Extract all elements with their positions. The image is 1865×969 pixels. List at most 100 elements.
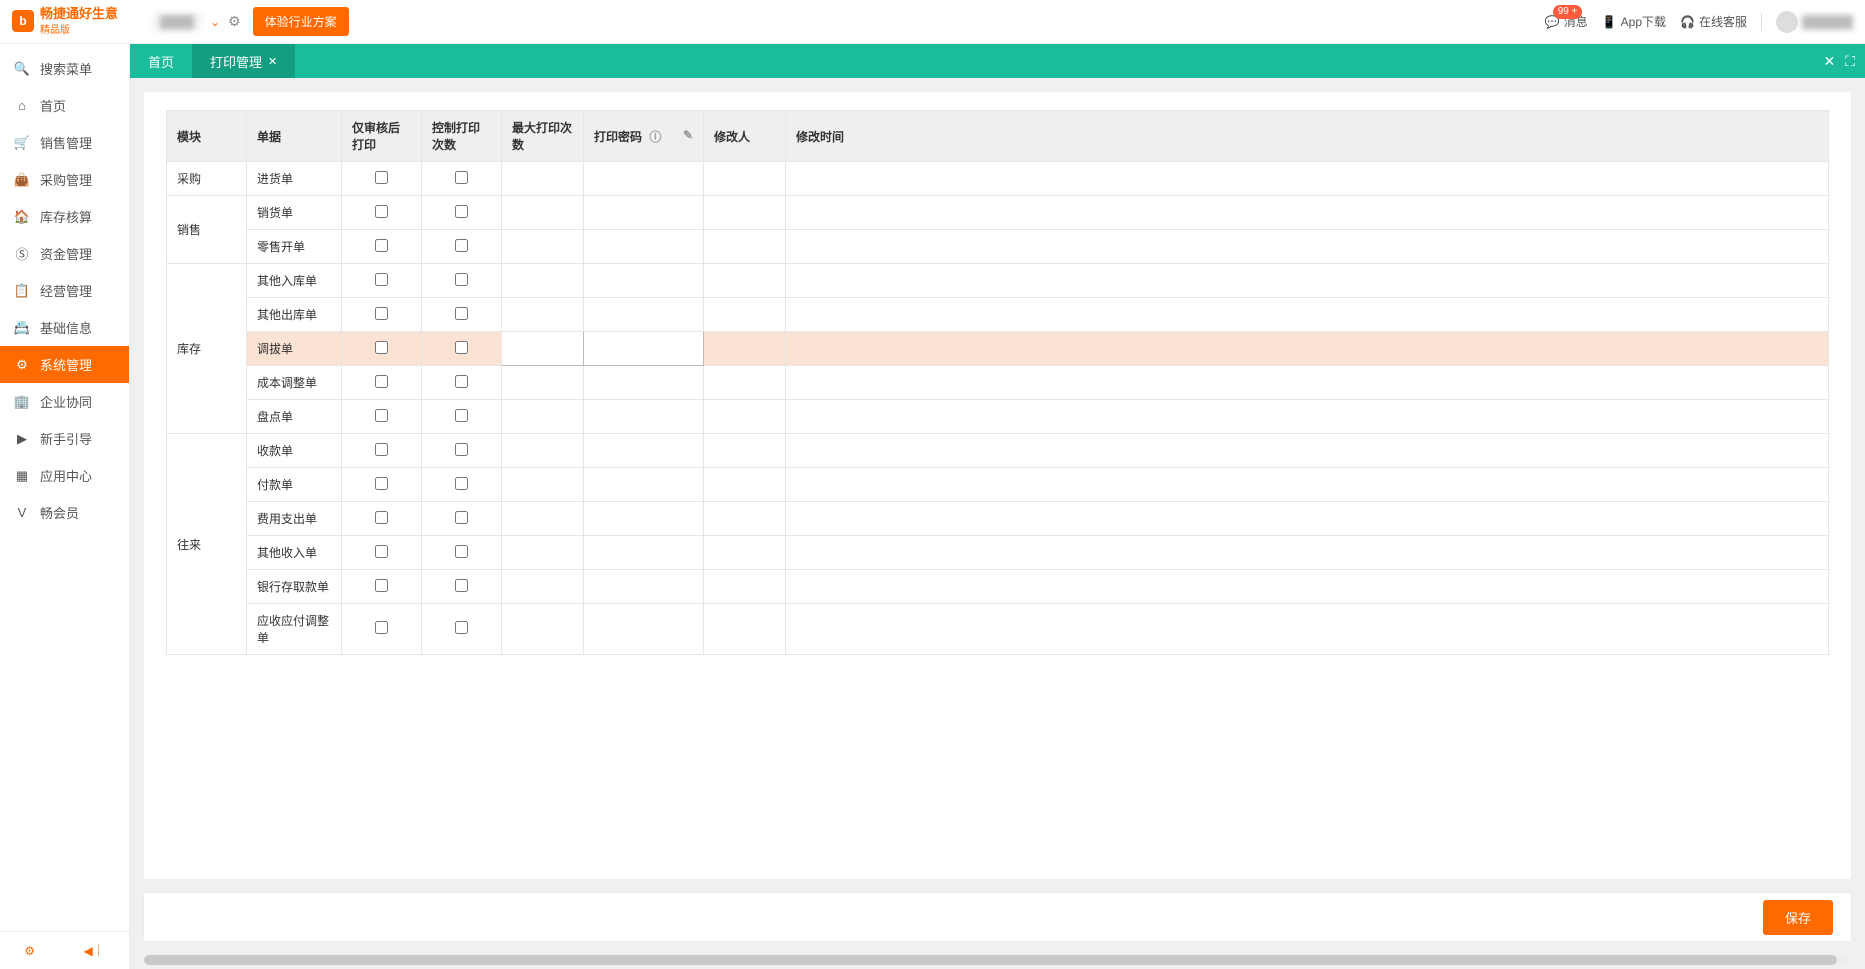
checkbox-audit-only[interactable] bbox=[375, 205, 388, 218]
sidebar-item-2[interactable]: 🛒销售管理 bbox=[0, 124, 129, 161]
cell-max-count[interactable] bbox=[502, 570, 584, 604]
checkbox-control-count[interactable] bbox=[455, 205, 468, 218]
cell-max-count[interactable] bbox=[502, 332, 584, 366]
checkbox-control-count[interactable] bbox=[455, 409, 468, 422]
cell-max-count[interactable] bbox=[502, 536, 584, 570]
cell-password[interactable] bbox=[584, 468, 704, 502]
scrollbar-thumb[interactable] bbox=[144, 955, 1837, 965]
cell-max-count[interactable] bbox=[502, 468, 584, 502]
tab-0[interactable]: 首页 bbox=[130, 44, 192, 78]
industry-cta-button[interactable]: 体验行业方案 bbox=[253, 7, 349, 36]
cell-max-count[interactable] bbox=[502, 604, 584, 655]
cell-password[interactable] bbox=[584, 298, 704, 332]
cell-max-count[interactable] bbox=[502, 434, 584, 468]
cell-password[interactable] bbox=[584, 332, 704, 366]
checkbox-control-count[interactable] bbox=[455, 511, 468, 524]
cell-password[interactable] bbox=[584, 162, 704, 196]
checkbox-control-count[interactable] bbox=[455, 341, 468, 354]
cell-max-count[interactable] bbox=[502, 366, 584, 400]
help-icon[interactable]: ⓘ bbox=[649, 130, 661, 144]
cell-password[interactable] bbox=[584, 434, 704, 468]
cell-max-count[interactable] bbox=[502, 298, 584, 332]
table-row[interactable]: 其他收入单 bbox=[167, 536, 1829, 570]
table-row[interactable]: 销售销货单 bbox=[167, 196, 1829, 230]
table-row[interactable]: 付款单 bbox=[167, 468, 1829, 502]
checkbox-audit-only[interactable] bbox=[375, 171, 388, 184]
table-row[interactable]: 其他出库单 bbox=[167, 298, 1829, 332]
sidebar-item-4[interactable]: 🏠库存核算 bbox=[0, 198, 129, 235]
checkbox-audit-only[interactable] bbox=[375, 477, 388, 490]
cell-max-count[interactable] bbox=[502, 400, 584, 434]
checkbox-control-count[interactable] bbox=[455, 375, 468, 388]
checkbox-control-count[interactable] bbox=[455, 307, 468, 320]
save-button[interactable]: 保存 bbox=[1763, 900, 1833, 935]
checkbox-audit-only[interactable] bbox=[375, 409, 388, 422]
sidebar-item-7[interactable]: 📇基础信息 bbox=[0, 309, 129, 346]
cell-max-count[interactable] bbox=[502, 502, 584, 536]
cell-max-count[interactable] bbox=[502, 230, 584, 264]
cell-password[interactable] bbox=[584, 264, 704, 298]
messages-button[interactable]: 💬 99 + 消息 bbox=[1545, 13, 1588, 30]
table-row[interactable]: 零售开单 bbox=[167, 230, 1829, 264]
cell-password[interactable] bbox=[584, 366, 704, 400]
sidebar-item-9[interactable]: 🏢企业协同 bbox=[0, 383, 129, 420]
cell-password[interactable] bbox=[584, 196, 704, 230]
sidebar-item-6[interactable]: 📋经营管理 bbox=[0, 272, 129, 309]
checkbox-control-count[interactable] bbox=[455, 621, 468, 634]
table-row[interactable]: 盘点单 bbox=[167, 400, 1829, 434]
checkbox-audit-only[interactable] bbox=[375, 545, 388, 558]
checkbox-audit-only[interactable] bbox=[375, 341, 388, 354]
horizontal-scrollbar[interactable] bbox=[144, 955, 1851, 965]
gear-icon[interactable]: ⚙ bbox=[228, 13, 241, 30]
cell-password[interactable] bbox=[584, 400, 704, 434]
sidebar-item-10[interactable]: ▶新手引导 bbox=[0, 420, 129, 457]
cell-password[interactable] bbox=[584, 230, 704, 264]
close-icon[interactable]: ✕ bbox=[268, 55, 277, 68]
checkbox-control-count[interactable] bbox=[455, 239, 468, 252]
checkbox-audit-only[interactable] bbox=[375, 579, 388, 592]
table-row[interactable]: 银行存取款单 bbox=[167, 570, 1829, 604]
sidebar-item-1[interactable]: ⌂首页 bbox=[0, 87, 129, 124]
table-row[interactable]: 费用支出单 bbox=[167, 502, 1829, 536]
cell-max-count[interactable] bbox=[502, 264, 584, 298]
checkbox-control-count[interactable] bbox=[455, 171, 468, 184]
fullscreen-icon[interactable]: ⛶ bbox=[1845, 53, 1855, 70]
tab-close-all-icon[interactable]: ✕ bbox=[1823, 53, 1835, 70]
cell-password[interactable] bbox=[584, 536, 704, 570]
checkbox-audit-only[interactable] bbox=[375, 511, 388, 524]
cell-max-count[interactable] bbox=[502, 196, 584, 230]
edit-column-icon[interactable]: ✎ bbox=[683, 128, 693, 142]
cell-password[interactable] bbox=[584, 604, 704, 655]
checkbox-audit-only[interactable] bbox=[375, 621, 388, 634]
checkbox-audit-only[interactable] bbox=[375, 375, 388, 388]
table-row[interactable]: 采购进货单 bbox=[167, 162, 1829, 196]
table-row[interactable]: 成本调整单 bbox=[167, 366, 1829, 400]
tenant-selector[interactable]: ████ ⌄ ⚙ bbox=[152, 13, 241, 31]
cell-password[interactable] bbox=[584, 502, 704, 536]
collapse-icon[interactable]: ◀｜ bbox=[84, 942, 105, 959]
table-row[interactable]: 库存其他入库单 bbox=[167, 264, 1829, 298]
checkbox-control-count[interactable] bbox=[455, 443, 468, 456]
settings-icon[interactable]: ⚙ bbox=[24, 944, 35, 958]
checkbox-audit-only[interactable] bbox=[375, 273, 388, 286]
checkbox-control-count[interactable] bbox=[455, 273, 468, 286]
checkbox-control-count[interactable] bbox=[455, 545, 468, 558]
cell-max-count[interactable] bbox=[502, 162, 584, 196]
sidebar-item-8[interactable]: ⚙系统管理 bbox=[0, 346, 129, 383]
cell-password[interactable] bbox=[584, 570, 704, 604]
user-menu[interactable]: ██████ bbox=[1776, 11, 1853, 33]
sidebar-item-5[interactable]: Ⓢ资金管理 bbox=[0, 235, 129, 272]
checkbox-audit-only[interactable] bbox=[375, 443, 388, 456]
checkbox-control-count[interactable] bbox=[455, 579, 468, 592]
checkbox-control-count[interactable] bbox=[455, 477, 468, 490]
sidebar-item-0[interactable]: 🔍搜索菜单 bbox=[0, 50, 129, 87]
sidebar-item-12[interactable]: V畅会员 bbox=[0, 494, 129, 531]
sidebar-item-3[interactable]: 👜采购管理 bbox=[0, 161, 129, 198]
checkbox-audit-only[interactable] bbox=[375, 307, 388, 320]
table-row[interactable]: 调拔单 bbox=[167, 332, 1829, 366]
table-row[interactable]: 往来收款单 bbox=[167, 434, 1829, 468]
tab-1[interactable]: 打印管理✕ bbox=[192, 44, 295, 78]
app-download-button[interactable]: 📱 App下载 bbox=[1602, 13, 1666, 30]
sidebar-item-11[interactable]: ▦应用中心 bbox=[0, 457, 129, 494]
checkbox-audit-only[interactable] bbox=[375, 239, 388, 252]
